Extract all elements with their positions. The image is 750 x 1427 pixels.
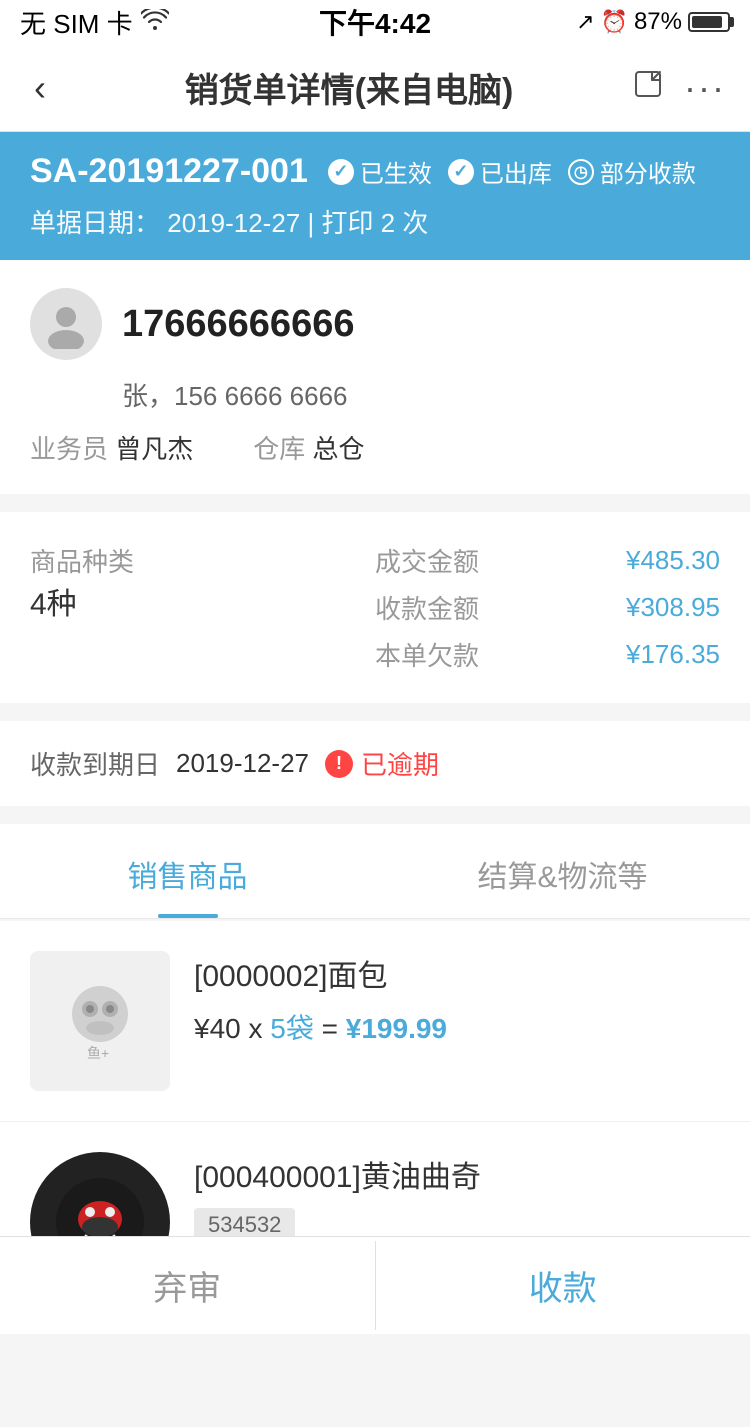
receive-value: ¥308.95: [626, 592, 720, 623]
bread-eq: =: [314, 1013, 346, 1044]
customer-meta: 业务员 曾凡杰 仓库 总仓: [30, 429, 720, 466]
status-right: ↗ ⏰ 87%: [576, 8, 730, 36]
status-shipped: ✓ 已出库: [448, 154, 552, 189]
status-partial-label: 部分收款: [600, 154, 696, 189]
customer-id: 17666666666: [122, 303, 354, 346]
order-header: SA-20191227-001 ✓ 已生效 ✓ 已出库 ◷ 部分收款 单据日期：…: [0, 132, 750, 260]
status-effective-label: 已生效: [360, 154, 432, 189]
order-date-value: 2019-12-27: [167, 208, 300, 238]
order-number: SA-20191227-001: [30, 152, 308, 191]
deal-value: ¥485.30: [626, 545, 720, 576]
bread-qty: 5袋: [270, 1013, 314, 1044]
deal-label: 成交金额: [375, 542, 479, 579]
nav-right-icons: ···: [632, 67, 726, 109]
status-left: 无 SIM 卡: [20, 4, 169, 41]
tab-settlement[interactable]: 结算&物流等: [375, 824, 750, 918]
overdue-badge: ! 已逾期: [325, 745, 439, 782]
tab-sales[interactable]: 销售商品: [0, 824, 375, 918]
order-date-label: 单据日期：: [30, 208, 160, 238]
type-label: 商品种类: [30, 542, 375, 579]
customer-avatar: [30, 288, 102, 360]
wifi-icon: [141, 7, 169, 38]
debt-value: ¥176.35: [626, 639, 720, 670]
page-title: 销货单详情(来自电脑): [66, 63, 632, 112]
clock-icon: ◷: [568, 159, 594, 185]
section-gap-2: [0, 705, 750, 721]
order-print-info: | 打印 2 次: [307, 208, 428, 238]
product-image-bread: 鱼+: [30, 951, 170, 1091]
back-button[interactable]: ‹: [24, 57, 56, 119]
status-shipped-label: 已出库: [480, 154, 552, 189]
stats-right: 成交金额 ¥485.30 收款金额 ¥308.95 本单欠款 ¥176.35: [375, 542, 720, 673]
more-icon[interactable]: ···: [684, 67, 726, 109]
overdue-icon: !: [325, 750, 353, 778]
status-effective: ✓ 已生效: [328, 154, 432, 189]
section-gap-3: [0, 808, 750, 824]
due-label: 收款到期日: [30, 745, 160, 782]
section-gap-1: [0, 496, 750, 512]
bottom-spacer: [0, 1327, 750, 1427]
sales-person: 业务员 曾凡杰: [30, 429, 193, 466]
customer-name-phone: 张，156 6666 6666: [30, 376, 720, 413]
stats-left: 商品种类 4种: [30, 542, 375, 623]
sales-value: 曾凡杰: [115, 434, 193, 464]
status-bar: 无 SIM 卡 下午4:42 ↗ ⏰ 87%: [0, 0, 750, 44]
tabs-section: 销售商品 结算&物流等: [0, 824, 750, 919]
status-badges: ✓ 已生效 ✓ 已出库 ◷ 部分收款: [328, 154, 696, 189]
order-date-row: 单据日期： 2019-12-27 | 打印 2 次: [30, 203, 720, 240]
svg-text:鱼+: 鱼+: [87, 1045, 109, 1061]
battery-icon: [688, 12, 730, 32]
warehouse-value: 总仓: [313, 434, 365, 464]
stats-section: 商品种类 4种 成交金额 ¥485.30 收款金额 ¥308.95 本单欠款 ¥…: [0, 512, 750, 703]
due-date-value: 2019-12-27: [176, 748, 309, 779]
status-time: 下午4:42: [319, 2, 431, 42]
confirm-button[interactable]: 收款: [376, 1241, 750, 1330]
location-icon: ↗: [576, 9, 594, 35]
bottom-action-bar: 弃审 收款: [0, 1236, 750, 1334]
warehouse-label: 仓库: [253, 434, 305, 464]
nav-bar: ‹ 销货单详情(来自电脑) ···: [0, 44, 750, 132]
check-icon: ✓: [328, 159, 354, 185]
sales-label: 业务员: [30, 434, 108, 464]
type-value: 4种: [30, 579, 375, 623]
product-price-bread: ¥40 x 5袋 = ¥199.99: [194, 1007, 720, 1047]
debt-row: 本单欠款 ¥176.35: [375, 636, 720, 673]
product-item: 鱼+ [0000002]面包 ¥40 x 5袋 = ¥199.99: [0, 921, 750, 1122]
battery-percent: 87%: [634, 8, 682, 36]
receive-row: 收款金额 ¥308.95: [375, 589, 720, 626]
status-partial: ◷ 部分收款: [568, 154, 696, 189]
product-name-bread: [0000002]面包: [194, 951, 720, 995]
cancel-button[interactable]: 弃审: [0, 1241, 376, 1330]
carrier-label: 无 SIM 卡: [20, 4, 133, 41]
product-info-bread: [0000002]面包 ¥40 x 5袋 = ¥199.99: [194, 951, 720, 1047]
tabs-row: 销售商品 结算&物流等: [0, 824, 750, 919]
bread-price-text: ¥40 x: [194, 1013, 270, 1044]
check-icon-2: ✓: [448, 159, 474, 185]
product-name-cookie: [000400001]黄油曲奇: [194, 1152, 720, 1196]
receive-label: 收款金额: [375, 589, 479, 626]
customer-section: 17666666666 张，156 6666 6666 业务员 曾凡杰 仓库 总…: [0, 260, 750, 494]
due-date-section: 收款到期日 2019-12-27 ! 已逾期: [0, 721, 750, 806]
share-icon[interactable]: [632, 68, 664, 108]
warehouse: 仓库 总仓: [253, 429, 364, 466]
overdue-text: 已逾期: [361, 745, 439, 782]
bread-total: ¥199.99: [346, 1013, 447, 1044]
debt-label: 本单欠款: [375, 636, 479, 673]
deal-row: 成交金额 ¥485.30: [375, 542, 720, 579]
alarm-icon: ⏰: [601, 9, 628, 35]
